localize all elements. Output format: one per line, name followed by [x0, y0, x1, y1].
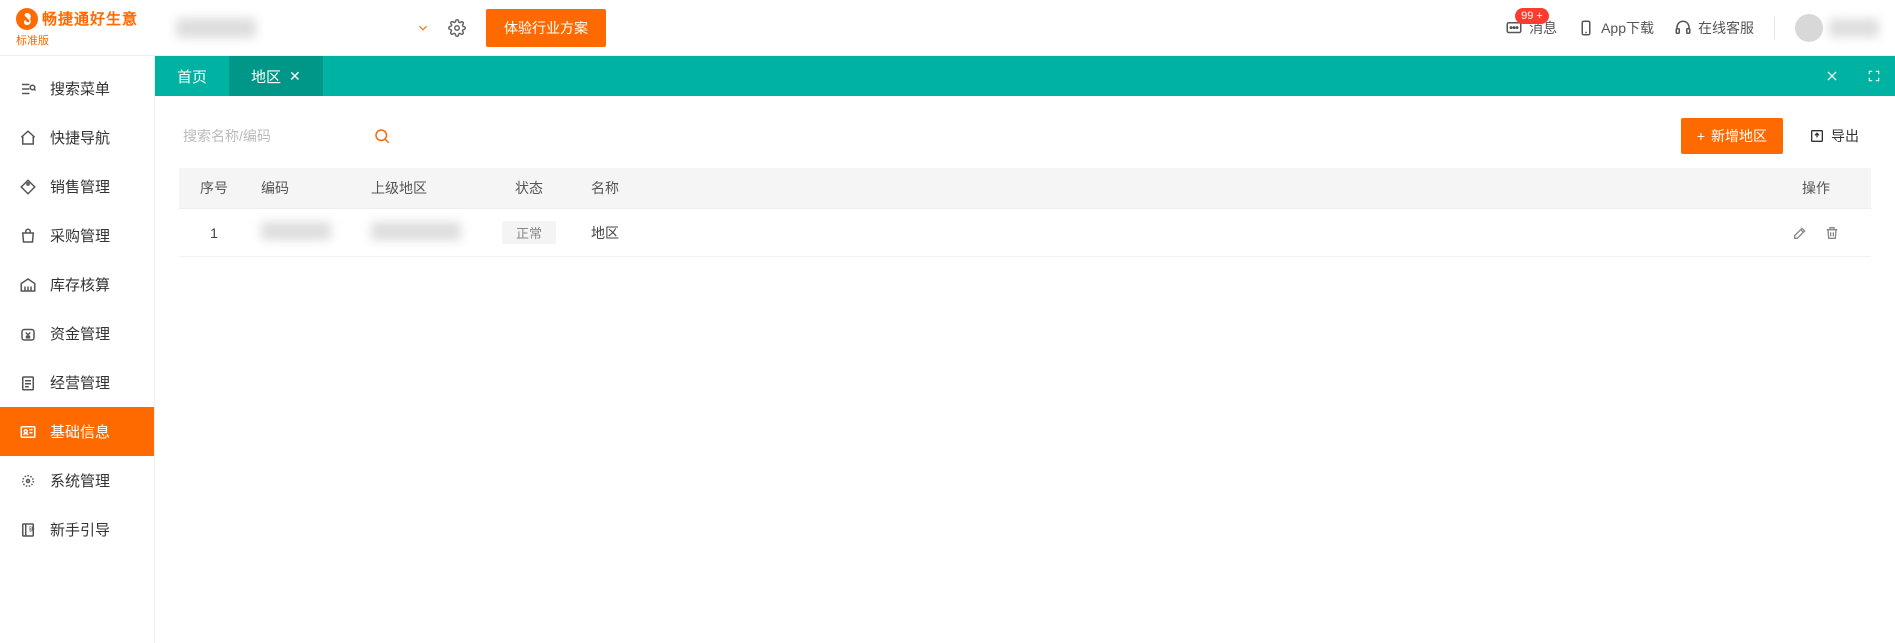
- table-row[interactable]: 1 正常 地区: [179, 209, 1871, 257]
- sidebar-item-funds[interactable]: 资金管理: [0, 309, 154, 358]
- sidebar: 搜索菜单 快捷导航 销售管理 采购管理 库存核算 资金管理 经营管理 基础信息: [0, 56, 155, 643]
- messages-button[interactable]: 99 + 消息: [1505, 18, 1557, 38]
- online-support-label: 在线客服: [1698, 18, 1754, 38]
- sidebar-item-label: 资金管理: [50, 323, 110, 344]
- plus-icon: +: [1697, 128, 1705, 144]
- clipboard-icon: [18, 373, 38, 393]
- close-icon: [1825, 69, 1839, 83]
- sidebar-item-basic-info[interactable]: 基础信息: [0, 407, 154, 456]
- edit-button[interactable]: [1792, 225, 1808, 241]
- tab-home[interactable]: 首页: [155, 56, 229, 96]
- warehouse-icon: [18, 275, 38, 295]
- delete-button[interactable]: [1824, 225, 1840, 241]
- tab-label: 首页: [177, 66, 207, 87]
- sidebar-item-inventory[interactable]: 库存核算: [0, 260, 154, 309]
- logo-icon: [16, 8, 38, 30]
- app-download-label: App下载: [1601, 18, 1654, 38]
- sidebar-item-label: 搜索菜单: [50, 78, 110, 99]
- cell-status: 正常: [479, 209, 579, 257]
- sidebar-item-quick-nav[interactable]: 快捷导航: [0, 113, 154, 162]
- online-support-button[interactable]: 在线客服: [1674, 18, 1754, 38]
- export-button[interactable]: 导出: [1801, 118, 1867, 154]
- edit-icon: [1792, 225, 1808, 241]
- tag-icon: [18, 177, 38, 197]
- fullscreen-button[interactable]: [1853, 56, 1895, 96]
- gear-icon: [448, 19, 466, 37]
- tab-label: 地区: [251, 66, 281, 87]
- app-download-button[interactable]: App下载: [1577, 18, 1654, 38]
- export-label: 导出: [1831, 126, 1859, 146]
- tab-region[interactable]: 地区 ✕: [229, 56, 323, 96]
- user-menu[interactable]: [1795, 14, 1879, 42]
- close-icon[interactable]: ✕: [289, 68, 301, 85]
- sidebar-item-label: 销售管理: [50, 176, 110, 197]
- account-name-redacted: [176, 18, 256, 38]
- parent-redacted: [371, 222, 461, 240]
- book-icon: 新: [18, 520, 38, 540]
- cell-parent: [359, 209, 479, 257]
- cell-seq: 1: [179, 209, 249, 257]
- col-seq: 序号: [179, 168, 249, 209]
- code-redacted: [261, 222, 331, 240]
- sidebar-item-guide[interactable]: 新 新手引导: [0, 505, 154, 554]
- chevron-down-icon[interactable]: [416, 21, 430, 35]
- tab-bar: 首页 地区 ✕: [155, 56, 1895, 96]
- sidebar-item-label: 快捷导航: [50, 127, 110, 148]
- sidebar-item-system[interactable]: 系统管理: [0, 456, 154, 505]
- trash-icon: [1824, 225, 1840, 241]
- sidebar-item-sales[interactable]: 销售管理: [0, 162, 154, 211]
- sidebar-item-label: 系统管理: [50, 470, 110, 491]
- region-table: 序号 编码 上级地区 状态 名称 操作 1 正常 地区: [179, 168, 1871, 257]
- sidebar-item-label: 基础信息: [50, 421, 110, 442]
- sidebar-item-search-menu[interactable]: 搜索菜单: [0, 64, 154, 113]
- sidebar-item-purchase[interactable]: 采购管理: [0, 211, 154, 260]
- id-card-icon: [18, 422, 38, 442]
- search-input[interactable]: [183, 122, 363, 150]
- expand-icon: [1867, 69, 1881, 83]
- brand-name: 畅捷通好生意: [42, 8, 138, 29]
- bag-icon: [18, 226, 38, 246]
- sidebar-item-label: 新手引导: [50, 519, 110, 540]
- sidebar-item-label: 采购管理: [50, 225, 110, 246]
- add-region-button[interactable]: + 新增地区: [1681, 118, 1783, 154]
- divider: [1774, 17, 1775, 39]
- brand-edition: 标准版: [16, 32, 156, 48]
- money-icon: [18, 324, 38, 344]
- mobile-icon: [1577, 19, 1595, 37]
- cell-op: [1761, 209, 1871, 257]
- user-name-redacted: [1829, 19, 1879, 37]
- search-menu-icon: [18, 79, 38, 99]
- col-status: 状态: [479, 168, 579, 209]
- sidebar-item-business[interactable]: 经营管理: [0, 358, 154, 407]
- col-name: 名称: [579, 168, 1761, 209]
- account-selector[interactable]: [176, 18, 256, 38]
- export-icon: [1809, 128, 1825, 144]
- gear-outline-icon: [18, 471, 38, 491]
- add-region-label: 新增地区: [1711, 126, 1767, 146]
- close-all-tabs-button[interactable]: [1811, 56, 1853, 96]
- sidebar-item-label: 库存核算: [50, 274, 110, 295]
- cell-name: 地区: [579, 209, 1761, 257]
- col-op: 操作: [1761, 168, 1871, 209]
- col-parent: 上级地区: [359, 168, 479, 209]
- col-code: 编码: [249, 168, 359, 209]
- cell-code: [249, 209, 359, 257]
- settings-button[interactable]: [448, 19, 466, 37]
- search-icon[interactable]: [373, 127, 391, 145]
- brand-logo: 畅捷通好生意 标准版: [16, 8, 156, 48]
- headset-icon: [1674, 19, 1692, 37]
- status-badge: 正常: [502, 221, 556, 244]
- messages-badge: 99 +: [1515, 8, 1549, 24]
- experience-button[interactable]: 体验行业方案: [486, 9, 606, 47]
- sidebar-item-label: 经营管理: [50, 372, 110, 393]
- home-icon: [18, 128, 38, 148]
- avatar-icon: [1795, 14, 1823, 42]
